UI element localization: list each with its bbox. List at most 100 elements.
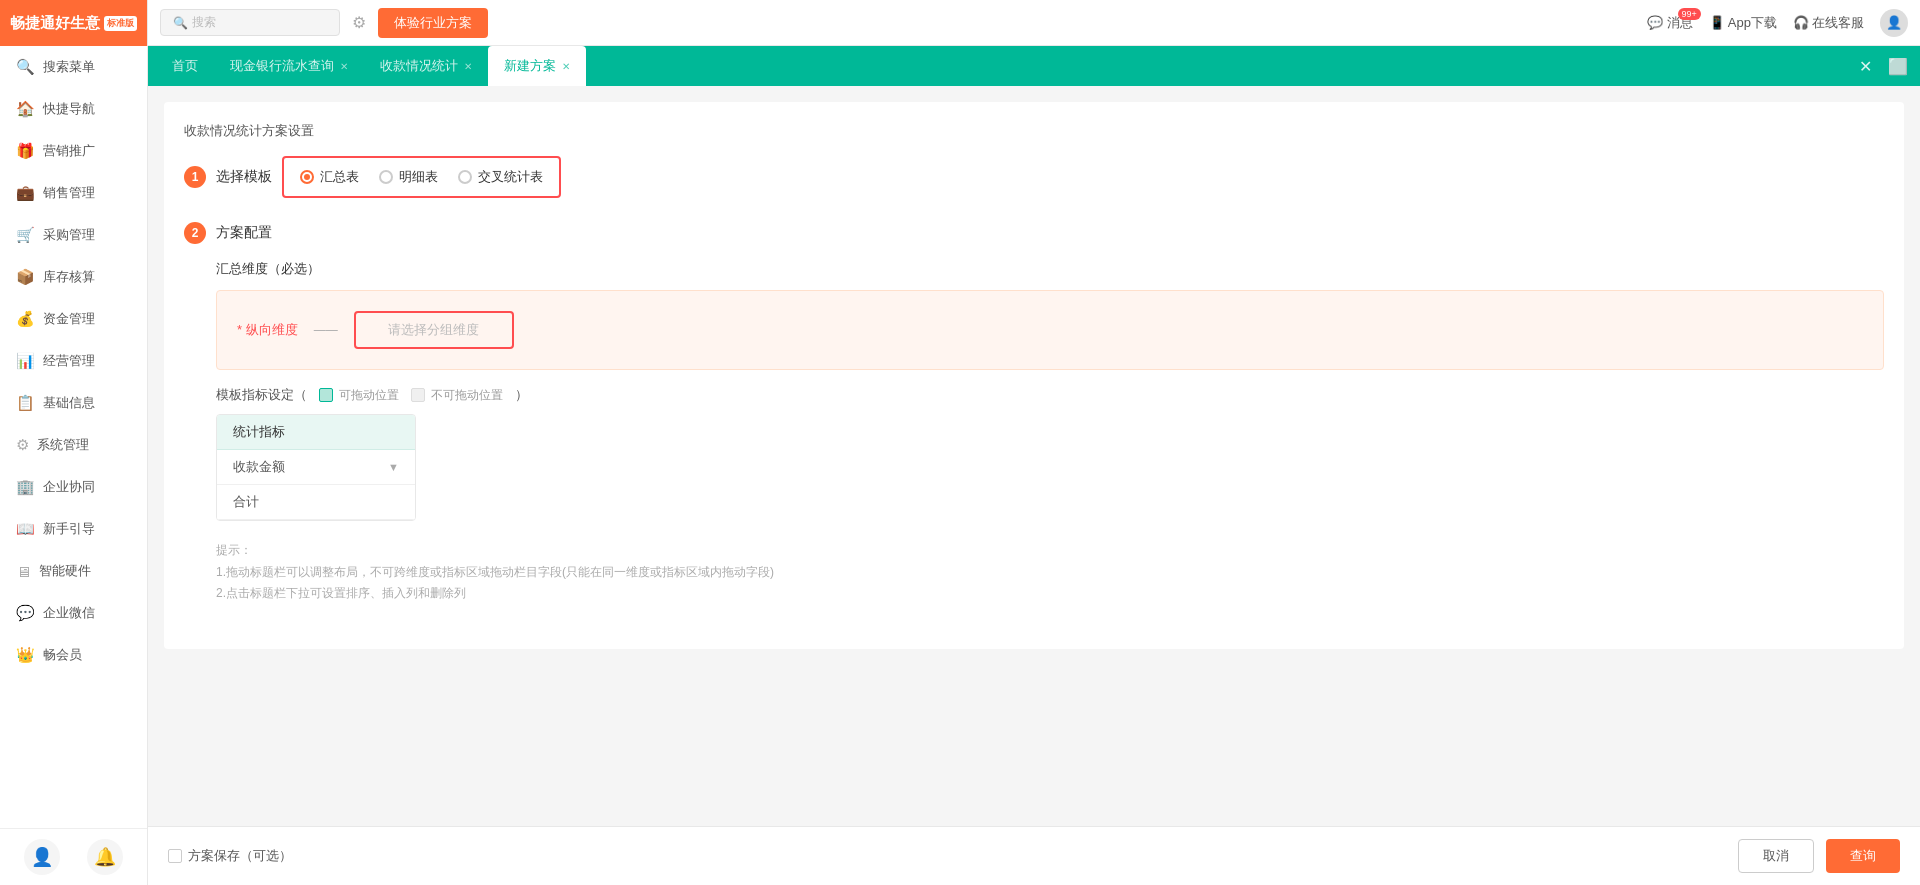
tab-bank-flow[interactable]: 现金银行流水查询✕: [214, 46, 364, 86]
topbar-right: 💬 消息 99+ 📱 App下载 🎧 在线客服 👤: [1647, 9, 1908, 37]
sidebar-item-guide[interactable]: 📖新手引导: [0, 508, 147, 550]
sidebar-item-marketing[interactable]: 🎁 营销推广: [0, 130, 147, 172]
step1-section: 1 选择模板 汇总表明细表交叉统计表: [184, 156, 1884, 198]
topbar: 🔍 搜索 ⚙ 体验行业方案 💬 消息 99+ 📱 App下载 🎧 在线客服 👤: [148, 0, 1920, 46]
sidebar-item-sales[interactable]: 💼 销售管理: [0, 172, 147, 214]
sidebar-icon-inventory: 📦: [16, 268, 35, 286]
search-icon: 🔍: [173, 16, 188, 30]
non-draggable-legend-box: [411, 388, 425, 402]
sidebar-bottom-btn-1[interactable]: 👤: [24, 839, 60, 875]
sidebar-icon-sales: 💼: [16, 184, 35, 202]
indicator-label: 模板指标设定（: [216, 386, 307, 404]
main-area: 🔍 搜索 ⚙ 体验行业方案 💬 消息 99+ 📱 App下载 🎧 在线客服 👤: [148, 0, 1920, 885]
search-box[interactable]: 🔍 搜索: [160, 9, 340, 36]
indicator-label-suffix: ）: [515, 386, 528, 404]
sidebar-label-search-menu: 搜索菜单: [43, 58, 95, 76]
sidebar-label-smart-hardware: 智能硬件: [39, 562, 91, 580]
sidebar-label-marketing: 营销推广: [43, 142, 95, 160]
tab-new-plan[interactable]: 新建方案✕: [488, 46, 586, 86]
avatar-icon: 👤: [1886, 15, 1902, 30]
indicator-table: 统计指标 收款金额▼合计: [216, 414, 416, 521]
sidebar-item-purchase[interactable]: 🛒 采购管理: [0, 214, 147, 256]
draggable-legend-label: 可拖动位置: [339, 387, 399, 404]
expand-icon[interactable]: ⬜: [1884, 53, 1912, 80]
radio-circle-detail: [379, 170, 393, 184]
tab-close-new-plan[interactable]: ✕: [562, 61, 570, 72]
sidebar-item-enterprise[interactable]: 🏢 企业协同: [0, 466, 147, 508]
close-tab-icon[interactable]: ✕: [1855, 53, 1876, 80]
step2-title: 方案配置: [216, 224, 272, 242]
step2-section: 2 方案配置 汇总维度（必选） 纵向维度 —— 请选择分组维度: [184, 222, 1884, 605]
settings-icon[interactable]: ⚙: [352, 13, 366, 32]
indicator-table-row: 合计: [217, 485, 415, 520]
sidebar-item-search-menu[interactable]: 🔍 搜索菜单: [0, 46, 147, 88]
sidebar-item-smart-hardware[interactable]: 🖥 智能硬件: [0, 550, 147, 592]
save-label: 方案保存（可选）: [188, 847, 292, 865]
industry-btn[interactable]: 体验行业方案: [378, 8, 488, 38]
query-button[interactable]: 查询: [1826, 839, 1900, 873]
tips-area: 提示： 1.拖动标题栏可以调整布局，不可跨维度或指标区域拖动栏目字段(只能在同一…: [216, 540, 1884, 605]
sidebar-label-wechat: 企业微信: [43, 604, 95, 622]
sidebar-item-inventory[interactable]: 📦库存核算: [0, 256, 147, 298]
tab-collection-stat[interactable]: 收款情况统计 ✕: [364, 46, 488, 86]
dimension-section-label: 汇总维度（必选）: [216, 260, 1884, 278]
indicator-header-row: 模板指标设定（ 可拖动位置 不可拖动位置 ）: [216, 386, 1884, 404]
tab-label-collection-stat: 收款情况统计: [380, 57, 458, 75]
sidebar-bottom: 👤 🔔: [0, 828, 147, 885]
sidebar-label-sales: 销售管理: [43, 184, 95, 202]
save-option[interactable]: 方案保存（可选）: [168, 847, 292, 865]
download-btn[interactable]: 📱 App下载: [1709, 14, 1777, 32]
logo-text: 畅捷通好生意: [10, 14, 100, 33]
bottom-buttons: 取消 查询: [1738, 839, 1900, 873]
radio-label-detail: 明细表: [399, 168, 438, 186]
indicator-table-header: 统计指标: [217, 415, 415, 450]
radio-cross[interactable]: 交叉统计表: [458, 168, 543, 186]
draggable-legend-box: [319, 388, 333, 402]
cancel-button[interactable]: 取消: [1738, 839, 1814, 873]
radio-summary[interactable]: 汇总表: [300, 168, 359, 186]
sidebar-icon-enterprise: 🏢: [16, 478, 35, 496]
sidebar-icon-purchase: 🛒: [16, 226, 35, 244]
bottom-bar: 方案保存（可选） 取消 查询: [148, 826, 1920, 885]
save-checkbox[interactable]: [168, 849, 182, 863]
template-select-box: 汇总表 明细表 交叉统计表: [282, 156, 561, 198]
sidebar-item-wechat[interactable]: 💬企业微信: [0, 592, 147, 634]
sidebar-label-system: 系统管理: [37, 436, 89, 454]
sidebar-bottom-btn-2[interactable]: 🔔: [87, 839, 123, 875]
tab-close-bank-flow[interactable]: ✕: [340, 61, 348, 72]
tab-label-home: 首页: [172, 57, 198, 75]
step1-badge: 1: [184, 166, 206, 188]
sidebar-label-member: 畅会员: [43, 646, 82, 664]
sidebar-label-enterprise: 企业协同: [43, 478, 95, 496]
notify-icon: 💬: [1647, 15, 1663, 30]
tab-close-collection-stat[interactable]: ✕: [464, 61, 472, 72]
radio-detail[interactable]: 明细表: [379, 168, 438, 186]
vertical-dim-label: 纵向维度: [237, 321, 298, 339]
sidebar-label-quick-nav: 快捷导航: [43, 100, 95, 118]
sidebar-item-basic-info[interactable]: 📋基础信息: [0, 382, 147, 424]
sidebar-item-quick-nav[interactable]: 🏠快捷导航: [0, 88, 147, 130]
sidebar-item-system[interactable]: ⚙系统管理: [0, 424, 147, 466]
tip-line: 1.拖动标题栏可以调整布局，不可跨维度或指标区域拖动栏目字段(只能在同一维度或指…: [216, 562, 1884, 584]
indicator-dropdown-btn[interactable]: ▼: [388, 461, 399, 473]
sidebar-icon-operations: 📊: [16, 352, 35, 370]
sidebar-icon-search-menu: 🔍: [16, 58, 35, 76]
dimension-select-box[interactable]: 请选择分组维度: [354, 311, 514, 349]
sidebar-label-purchase: 采购管理: [43, 226, 95, 244]
sidebar-item-operations[interactable]: 📊经营管理: [0, 340, 147, 382]
sidebar-icon-smart-hardware: 🖥: [16, 563, 31, 580]
sidebar-icon-marketing: 🎁: [16, 142, 35, 160]
sidebar-item-member[interactable]: 👑 畅会员: [0, 634, 147, 676]
sidebar: 畅捷通好生意 标准版 🔍搜索菜单🏠快捷导航🎁营销推广💼销售管理🛒采购管理📦库存核…: [0, 0, 148, 885]
sidebar-item-capital[interactable]: 💰资金管理: [0, 298, 147, 340]
sidebar-icon-member: 👑: [16, 646, 35, 664]
service-btn[interactable]: 🎧 在线客服: [1793, 14, 1864, 32]
avatar[interactable]: 👤: [1880, 9, 1908, 37]
tab-home[interactable]: 首页: [156, 46, 214, 86]
sidebar-label-guide: 新手引导: [43, 520, 95, 538]
tabs-right: ✕ ⬜: [1855, 53, 1912, 80]
notify-btn[interactable]: 💬 消息 99+: [1647, 14, 1693, 32]
dimension-arrow: ——: [314, 323, 338, 337]
tip-title: 提示：: [216, 540, 1884, 562]
notify-badge: 99+: [1678, 8, 1701, 20]
